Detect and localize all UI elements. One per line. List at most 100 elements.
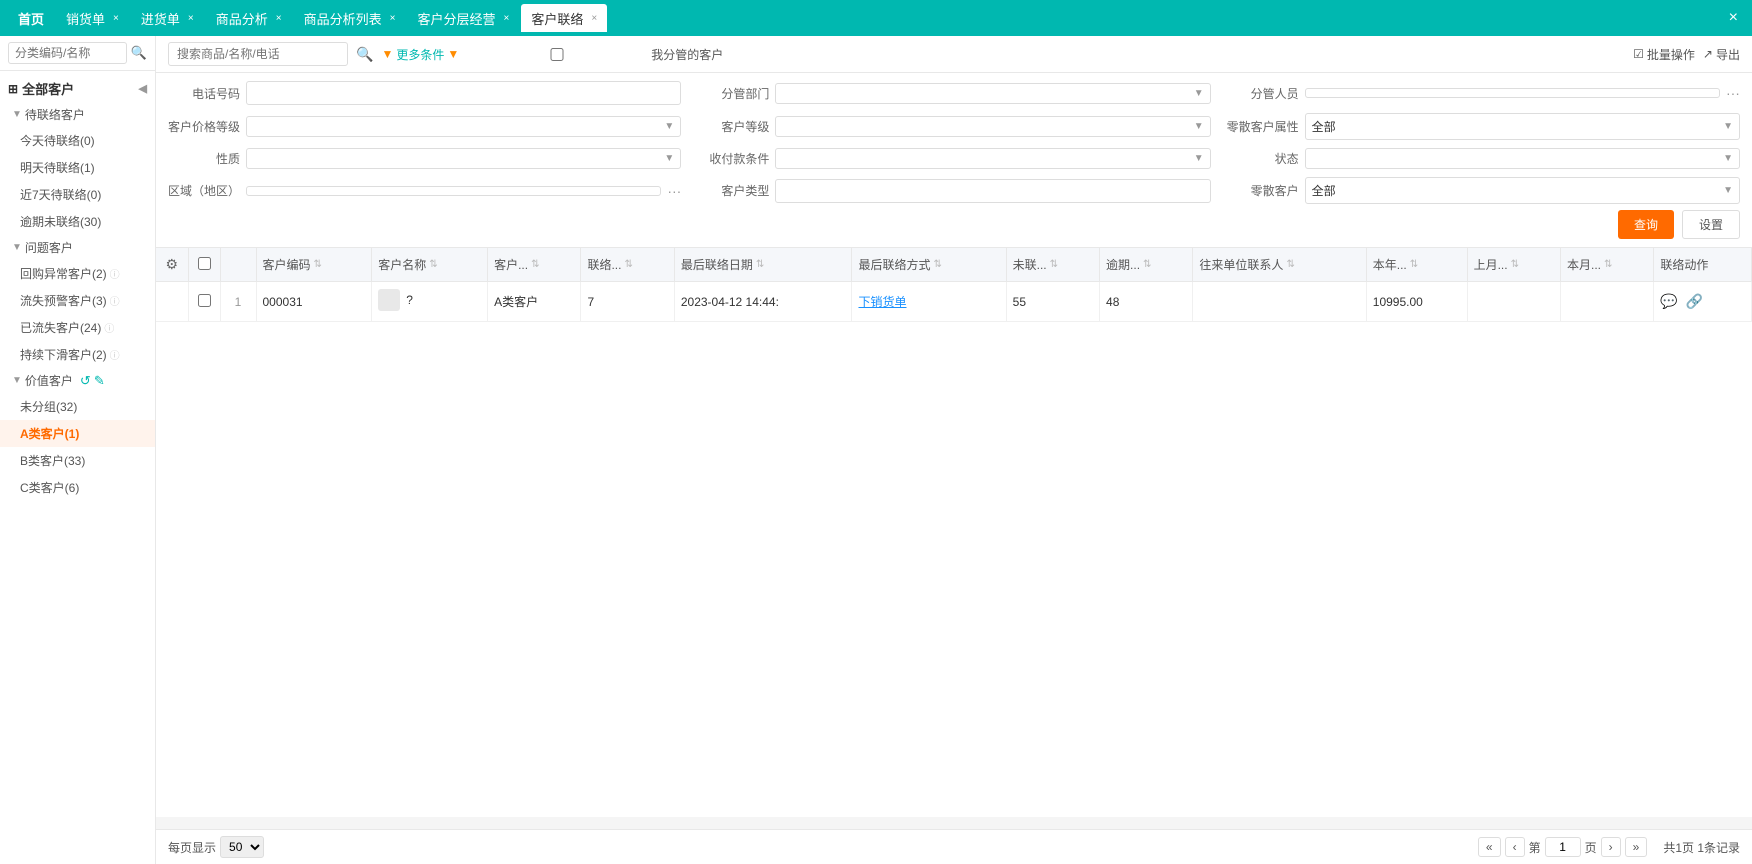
query-button[interactable]: 查询 bbox=[1618, 210, 1674, 239]
search-button[interactable]: 🔍 bbox=[356, 46, 373, 63]
nav-sales-order[interactable]: 销货单 × bbox=[56, 4, 129, 32]
sort-name-icon[interactable]: ⇅ bbox=[429, 259, 437, 270]
filter-price-level-select[interactable]: ▼ bbox=[246, 116, 681, 137]
horizontal-scrollbar[interactable] bbox=[156, 817, 1752, 829]
sort-last-method-icon[interactable]: ⇅ bbox=[934, 259, 942, 270]
close-customer-contact-icon[interactable]: × bbox=[591, 13, 597, 24]
table-gear-icon[interactable]: ⚙ bbox=[165, 256, 178, 272]
sidebar-item-repurchase-abnormal[interactable]: 回购异常客户(2) ⓘ bbox=[0, 260, 155, 287]
sort-this-month-icon[interactable]: ⇅ bbox=[1604, 259, 1612, 270]
my-customer-check[interactable] bbox=[467, 48, 647, 61]
sidebar-item-declining[interactable]: 持续下滑客户(2) ⓘ bbox=[0, 341, 155, 368]
filter-manager-dots[interactable]: ··· bbox=[1726, 85, 1740, 101]
filter-phone-label: 电话号码 bbox=[168, 85, 240, 102]
filter-phone-input[interactable] bbox=[246, 81, 681, 105]
sort-contact-icon[interactable]: ⇅ bbox=[624, 259, 632, 270]
total-records-label: 共1页 1条记录 bbox=[1663, 839, 1740, 856]
page-size-select[interactable]: 50 bbox=[220, 836, 264, 858]
select-all-checkbox[interactable] bbox=[198, 257, 211, 270]
sort-this-year-icon[interactable]: ⇅ bbox=[1410, 259, 1418, 270]
sort-level-icon[interactable]: ⇅ bbox=[531, 259, 539, 270]
last-method-link[interactable]: 下销货单 bbox=[858, 295, 906, 309]
sidebar-search-icon[interactable]: 🔍 bbox=[131, 45, 147, 61]
nav-customer-contact[interactable]: 客户联络 × bbox=[521, 4, 607, 32]
th-seq bbox=[220, 248, 256, 282]
nav-purchase-order[interactable]: 进货单 × bbox=[131, 4, 204, 32]
refresh-icon[interactable]: ↺ bbox=[80, 373, 91, 389]
filter-status-select[interactable]: ▼ bbox=[1305, 148, 1740, 169]
sidebar-group-problem-customers[interactable]: ▼ 问题客户 bbox=[0, 235, 155, 260]
collapse-sidebar-button[interactable]: ◀ bbox=[139, 82, 147, 95]
my-customer-checkbox[interactable]: 我分管的客户 bbox=[467, 46, 723, 63]
sort-uncontacted-icon[interactable]: ⇅ bbox=[1050, 259, 1058, 270]
page-size-selector: 每页显示 50 bbox=[168, 836, 264, 858]
more-filter-button[interactable]: ▼ 更多条件 ▼ bbox=[381, 46, 459, 63]
sidebar-group-pending-contact[interactable]: ▼ 待联络客户 bbox=[0, 102, 155, 127]
filter-customer-level-select[interactable]: ▼ bbox=[775, 116, 1210, 137]
sidebar-item-a-class[interactable]: A类客户(1) bbox=[0, 420, 155, 447]
filter-region-select[interactable] bbox=[246, 186, 661, 196]
th-level: 客户... ⇅ bbox=[488, 248, 581, 282]
chevron-down-payment: ▼ bbox=[1194, 153, 1204, 164]
row-checkbox[interactable] bbox=[198, 294, 211, 307]
close-product-analysis-icon[interactable]: × bbox=[276, 13, 282, 24]
sidebar-item-unclassified[interactable]: 未分组(32) bbox=[0, 393, 155, 420]
nav-product-analysis[interactable]: 商品分析 × bbox=[206, 4, 292, 32]
nav-home[interactable]: 首页 bbox=[8, 4, 54, 32]
sidebar-search-input[interactable] bbox=[8, 42, 127, 64]
first-page-button[interactable]: « bbox=[1478, 837, 1501, 857]
close-purchase-order-icon[interactable]: × bbox=[188, 13, 194, 24]
close-sales-order-icon[interactable]: × bbox=[113, 13, 119, 24]
next-page-button[interactable]: › bbox=[1601, 837, 1621, 857]
close-product-analysis-list-icon[interactable]: × bbox=[390, 13, 396, 24]
close-customer-tier-icon[interactable]: × bbox=[503, 13, 509, 24]
filter-retail-attr-select[interactable]: 全部 ▼ bbox=[1305, 113, 1740, 140]
sort-code-icon[interactable]: ⇅ bbox=[314, 259, 322, 270]
sidebar-item-overdue-contact[interactable]: 逾期未联络(30) bbox=[0, 208, 155, 235]
arrow-down-icon-2: ▼ bbox=[12, 242, 22, 253]
sort-contacts-icon[interactable]: ⇅ bbox=[1286, 259, 1294, 270]
sidebar-item-tomorrow-contact[interactable]: 明天待联络(1) bbox=[0, 154, 155, 181]
arrow-down-icon-3: ▼ bbox=[12, 375, 22, 386]
sort-last-date-icon[interactable]: ⇅ bbox=[756, 259, 764, 270]
filter-region-dots[interactable]: ··· bbox=[667, 183, 681, 199]
setting-button[interactable]: 设置 bbox=[1682, 210, 1740, 239]
close-all-button[interactable]: × bbox=[1723, 9, 1744, 26]
edit-group-icon[interactable]: ✎ bbox=[94, 373, 105, 389]
sidebar-item-c-class[interactable]: C类客户(6) bbox=[0, 474, 155, 501]
link-action-icon[interactable]: 🔗 bbox=[1686, 293, 1703, 310]
batch-operation-button[interactable]: ☑ 批量操作 bbox=[1633, 46, 1695, 63]
info-icon-3: ⓘ bbox=[104, 320, 114, 335]
filter-retail-customer-select[interactable]: 全部 ▼ bbox=[1305, 177, 1740, 204]
filter-manager-select[interactable] bbox=[1305, 88, 1720, 98]
filter-customer-level-label: 客户等级 bbox=[697, 118, 769, 135]
filter-payment-select[interactable]: ▼ bbox=[775, 148, 1210, 169]
sidebar-item-7days-contact[interactable]: 近7天待联络(0) bbox=[0, 181, 155, 208]
chevron-down-dept: ▼ bbox=[1194, 88, 1204, 99]
page-number-input[interactable] bbox=[1545, 837, 1581, 857]
sort-last-month-icon[interactable]: ⇅ bbox=[1511, 259, 1519, 270]
sidebar-item-churned[interactable]: 已流失客户(24) ⓘ bbox=[0, 314, 155, 341]
td-this-year: 10995.00 bbox=[1366, 282, 1467, 322]
data-table-container: ⚙ 客户编码 ⇅ bbox=[156, 248, 1752, 817]
content-area: 🔍 ▼ 更多条件 ▼ 我分管的客户 ☑ 批量操作 ↗ 导出 bbox=[156, 36, 1752, 864]
chevron-down-nature: ▼ bbox=[664, 153, 674, 164]
sidebar-item-b-class[interactable]: B类客户(33) bbox=[0, 447, 155, 474]
filter-nature-select[interactable]: ▼ bbox=[246, 148, 681, 169]
last-page-button[interactable]: » bbox=[1625, 837, 1648, 857]
search-input[interactable] bbox=[168, 42, 348, 66]
prev-page-button[interactable]: ‹ bbox=[1505, 837, 1525, 857]
nav-customer-tier[interactable]: 客户分层经营 × bbox=[407, 4, 519, 32]
nav-product-analysis-list[interactable]: 商品分析列表 × bbox=[294, 4, 406, 32]
chevron-down-retail-c: ▼ bbox=[1723, 185, 1733, 196]
filter-customer-type-input[interactable] bbox=[775, 179, 1210, 203]
sort-overdue-icon[interactable]: ⇅ bbox=[1143, 259, 1151, 270]
td-contact: 7 bbox=[581, 282, 674, 322]
filter-dept-select[interactable]: ▼ bbox=[775, 83, 1210, 104]
top-navigation: 首页 销货单 × 进货单 × 商品分析 × 商品分析列表 × 客户分层经营 × … bbox=[0, 0, 1752, 36]
export-button[interactable]: ↗ 导出 bbox=[1703, 46, 1740, 63]
message-action-icon[interactable]: 💬 bbox=[1660, 293, 1677, 310]
sidebar-item-today-contact[interactable]: 今天待联络(0) bbox=[0, 127, 155, 154]
sidebar-item-churn-warning[interactable]: 流失预警客户(3) ⓘ bbox=[0, 287, 155, 314]
sidebar-group-value-customers[interactable]: ▼ 价值客户 ↺ ✎ bbox=[0, 368, 155, 393]
